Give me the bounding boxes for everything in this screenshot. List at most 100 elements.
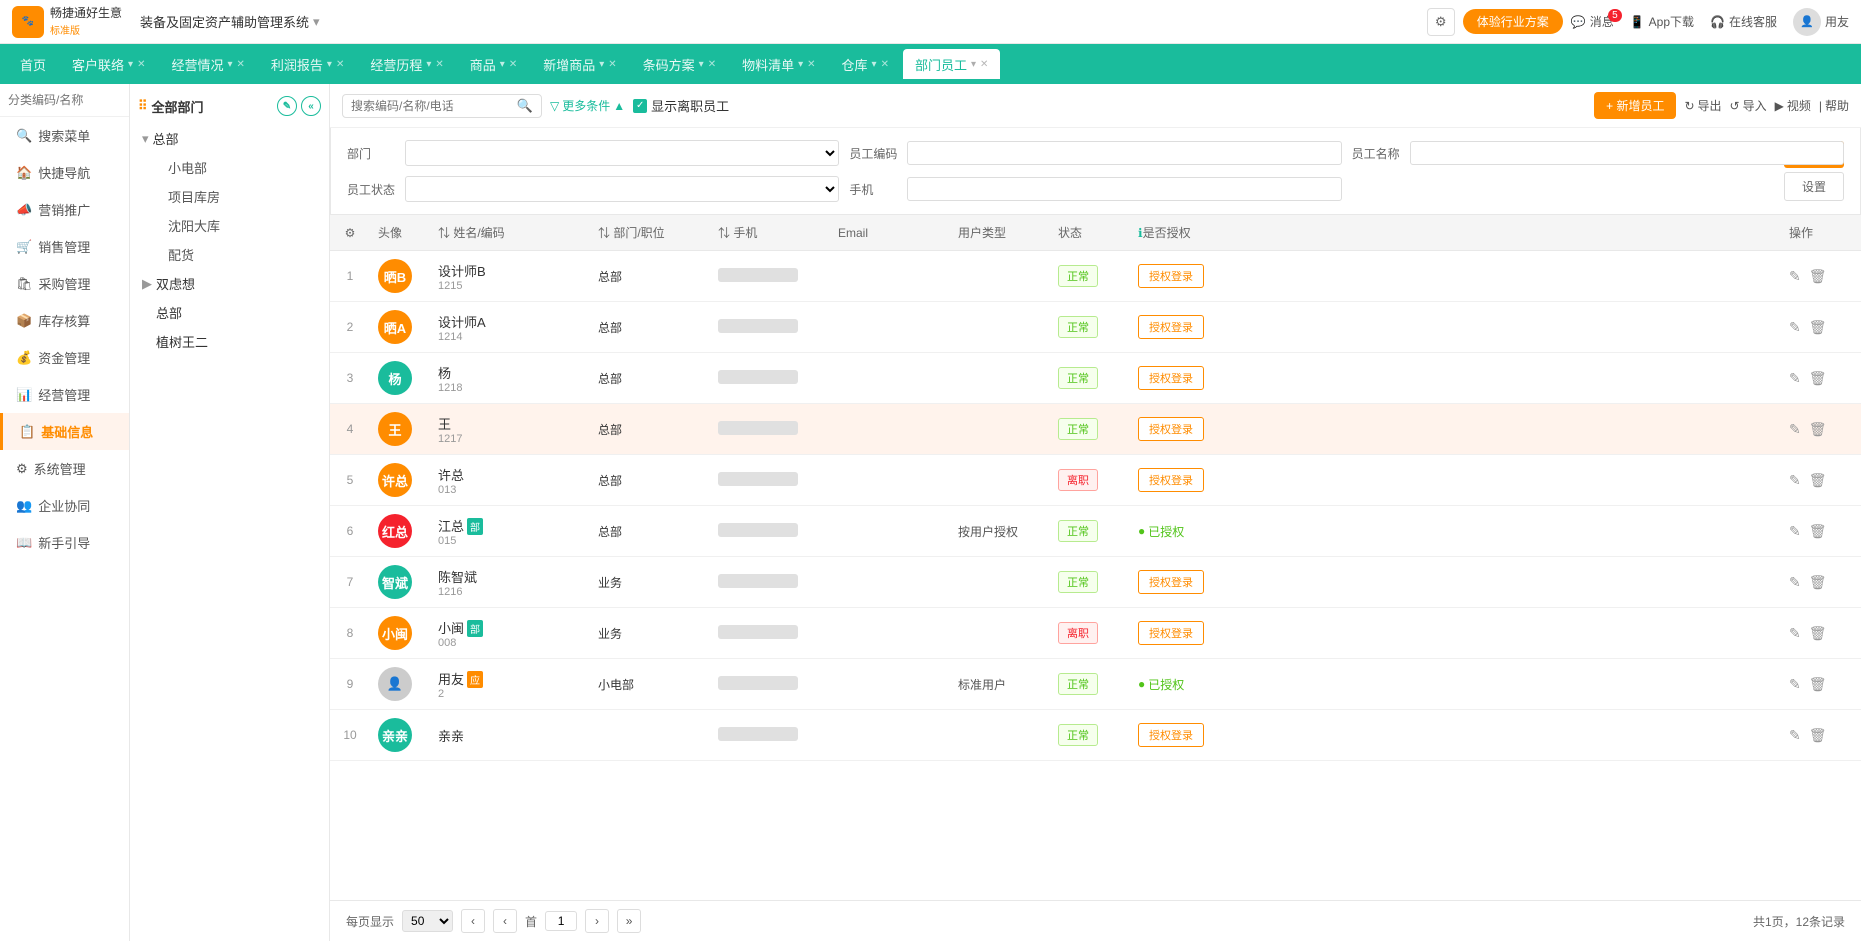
- import-btn[interactable]: ↺ 导入: [1730, 97, 1767, 114]
- tab-warehouse[interactable]: 仓库▾✕: [830, 49, 901, 79]
- sidebar-item-management[interactable]: 📊 经营管理: [0, 376, 129, 413]
- dept-node-label-shuang[interactable]: ▶ 双虑想: [138, 269, 321, 298]
- emp-status-select[interactable]: [405, 176, 839, 202]
- auth-btn[interactable]: 授权登录: [1138, 417, 1204, 441]
- close-icon[interactable]: ✕: [881, 59, 889, 70]
- edit-icon[interactable]: ✎: [1789, 421, 1801, 438]
- edit-icon[interactable]: ✎: [1789, 319, 1801, 336]
- edit-icon[interactable]: ✎: [1789, 676, 1801, 693]
- tab-barcode[interactable]: 条码方案▾✕: [631, 49, 728, 79]
- delete-icon[interactable]: 🗑: [1809, 727, 1827, 744]
- view-btn[interactable]: ▶ 视频: [1775, 97, 1811, 114]
- emp-name-input[interactable]: [1410, 141, 1844, 165]
- edit-icon[interactable]: ✎: [1789, 727, 1801, 744]
- delete-icon[interactable]: 🗑: [1809, 523, 1827, 540]
- col-phone[interactable]: ⇅ 手机: [710, 215, 830, 251]
- show-resigned-toggle[interactable]: ✓ 显示离职员工: [633, 96, 729, 115]
- dept-leaf-xiaodian[interactable]: 小电部: [152, 153, 321, 182]
- delete-icon[interactable]: 🗑: [1809, 574, 1827, 591]
- edit-icon[interactable]: ✎: [1789, 625, 1801, 642]
- tab-staff[interactable]: 部门员工▾✕: [903, 49, 1000, 79]
- sidebar-item-basic[interactable]: 📋 基础信息: [0, 413, 129, 450]
- close-icon[interactable]: ✕: [708, 59, 716, 70]
- dept-leaf-peihuo[interactable]: 配货: [152, 240, 321, 269]
- sidebar-search-input[interactable]: [8, 93, 130, 107]
- sidebar-item-system[interactable]: ⚙ 系统管理: [0, 450, 129, 487]
- export-btn[interactable]: ↻ 导出: [1684, 97, 1721, 114]
- next-page-btn[interactable]: ›: [585, 909, 609, 933]
- dropdown-arrow-icon[interactable]: ▾: [313, 14, 320, 30]
- sidebar-item-guide[interactable]: 📖 新手引导: [0, 524, 129, 561]
- settings-btn[interactable]: ⚙: [1427, 8, 1455, 36]
- filter-more-btn[interactable]: ▽ 更多条件 ▲: [550, 97, 625, 114]
- delete-icon[interactable]: 🗑: [1809, 676, 1827, 693]
- dept-leaf-shenyang[interactable]: 沈阳大库: [152, 211, 321, 240]
- tab-business[interactable]: 经营情况▾✕: [159, 49, 256, 79]
- edit-icon[interactable]: ✎: [1789, 370, 1801, 387]
- tab-history[interactable]: 经营历程▾✕: [358, 49, 455, 79]
- message-btn[interactable]: 💬 消息 5: [1571, 13, 1614, 30]
- edit-icon[interactable]: ✎: [1789, 523, 1801, 540]
- tab-add-goods[interactable]: 新增商品▾✕: [531, 49, 628, 79]
- dept-node-label-zhishu[interactable]: 植树王二: [138, 327, 321, 356]
- edit-icon[interactable]: ✎: [1789, 574, 1801, 591]
- sidebar-item-collab[interactable]: 👥 企业协同: [0, 487, 129, 524]
- auth-btn[interactable]: 授权登录: [1138, 468, 1204, 492]
- sidebar-item-inventory[interactable]: 📦 库存核算: [0, 302, 129, 339]
- auth-btn[interactable]: 授权登录: [1138, 315, 1204, 339]
- delete-icon[interactable]: 🗑: [1809, 472, 1827, 489]
- last-page-btn[interactable]: »: [617, 909, 641, 933]
- sidebar-item-finance[interactable]: 💰 资金管理: [0, 339, 129, 376]
- delete-icon[interactable]: 🗑: [1809, 370, 1827, 387]
- prev-page-btn[interactable]: ‹: [493, 909, 517, 933]
- user-btn[interactable]: 👤 用友: [1793, 8, 1849, 36]
- search-box[interactable]: 🔍: [342, 94, 542, 118]
- auth-btn[interactable]: 授权登录: [1138, 570, 1204, 594]
- emp-code-input[interactable]: [907, 141, 1341, 165]
- close-icon[interactable]: ✕: [237, 59, 245, 70]
- tab-bom[interactable]: 物料清单▾✕: [730, 49, 827, 79]
- add-employee-btn[interactable]: + 新增员工: [1594, 92, 1676, 119]
- delete-icon[interactable]: 🗑: [1809, 421, 1827, 438]
- app-download-btn[interactable]: 📱 App下载: [1630, 13, 1694, 30]
- dept-select[interactable]: [405, 140, 839, 166]
- set-button[interactable]: 设置: [1784, 172, 1844, 201]
- first-page-btn[interactable]: ‹: [461, 909, 485, 933]
- dept-node-label-zongbu[interactable]: ▾ 总部: [138, 124, 321, 153]
- tab-goods[interactable]: 商品▾✕: [458, 49, 529, 79]
- sidebar-search-box[interactable]: 🔍: [0, 84, 129, 117]
- auth-btn[interactable]: 授权登录: [1138, 723, 1204, 747]
- col-settings[interactable]: ⚙: [330, 215, 370, 251]
- edit-icon[interactable]: ✎: [1789, 268, 1801, 285]
- close-icon[interactable]: ✕: [980, 59, 988, 70]
- service-btn[interactable]: 🎧 在线客服: [1710, 13, 1777, 30]
- trial-button[interactable]: 体验行业方案: [1463, 9, 1563, 34]
- close-icon[interactable]: ✕: [807, 59, 815, 70]
- close-icon[interactable]: ✕: [336, 59, 344, 70]
- close-icon[interactable]: ✕: [608, 59, 616, 70]
- page-input[interactable]: [545, 911, 577, 931]
- tab-customer[interactable]: 客户联络▾✕: [60, 49, 157, 79]
- close-icon[interactable]: ✕: [435, 59, 443, 70]
- col-name[interactable]: ⇅ 姓名/编码: [430, 215, 590, 251]
- sidebar-item-marketing[interactable]: 📣 营销推广: [0, 191, 129, 228]
- col-dept[interactable]: ⇅ 部门/职位: [590, 215, 710, 251]
- close-icon[interactable]: ✕: [137, 59, 145, 70]
- delete-icon[interactable]: 🗑: [1809, 625, 1827, 642]
- auth-btn[interactable]: 授权登录: [1138, 264, 1204, 288]
- dept-node-label-zongbu2[interactable]: 总部: [138, 298, 321, 327]
- sidebar-item-nav[interactable]: 🏠 快捷导航: [0, 154, 129, 191]
- sidebar-item-search[interactable]: 🔍 搜索菜单: [0, 117, 129, 154]
- tab-home[interactable]: 首页: [8, 49, 58, 79]
- delete-icon[interactable]: 🗑: [1809, 319, 1827, 336]
- dept-collapse-btn[interactable]: «: [301, 96, 321, 116]
- sidebar-item-sales[interactable]: 🛒 销售管理: [0, 228, 129, 265]
- dept-edit-btn[interactable]: ✎: [277, 96, 297, 116]
- search-input[interactable]: [351, 99, 513, 113]
- per-page-select[interactable]: 50 100: [402, 910, 453, 932]
- auth-btn[interactable]: 授权登录: [1138, 366, 1204, 390]
- auth-btn[interactable]: 授权登录: [1138, 621, 1204, 645]
- delete-icon[interactable]: 🗑: [1809, 268, 1827, 285]
- close-icon[interactable]: ✕: [509, 59, 517, 70]
- sidebar-item-purchase[interactable]: 🛍 采购管理: [0, 265, 129, 302]
